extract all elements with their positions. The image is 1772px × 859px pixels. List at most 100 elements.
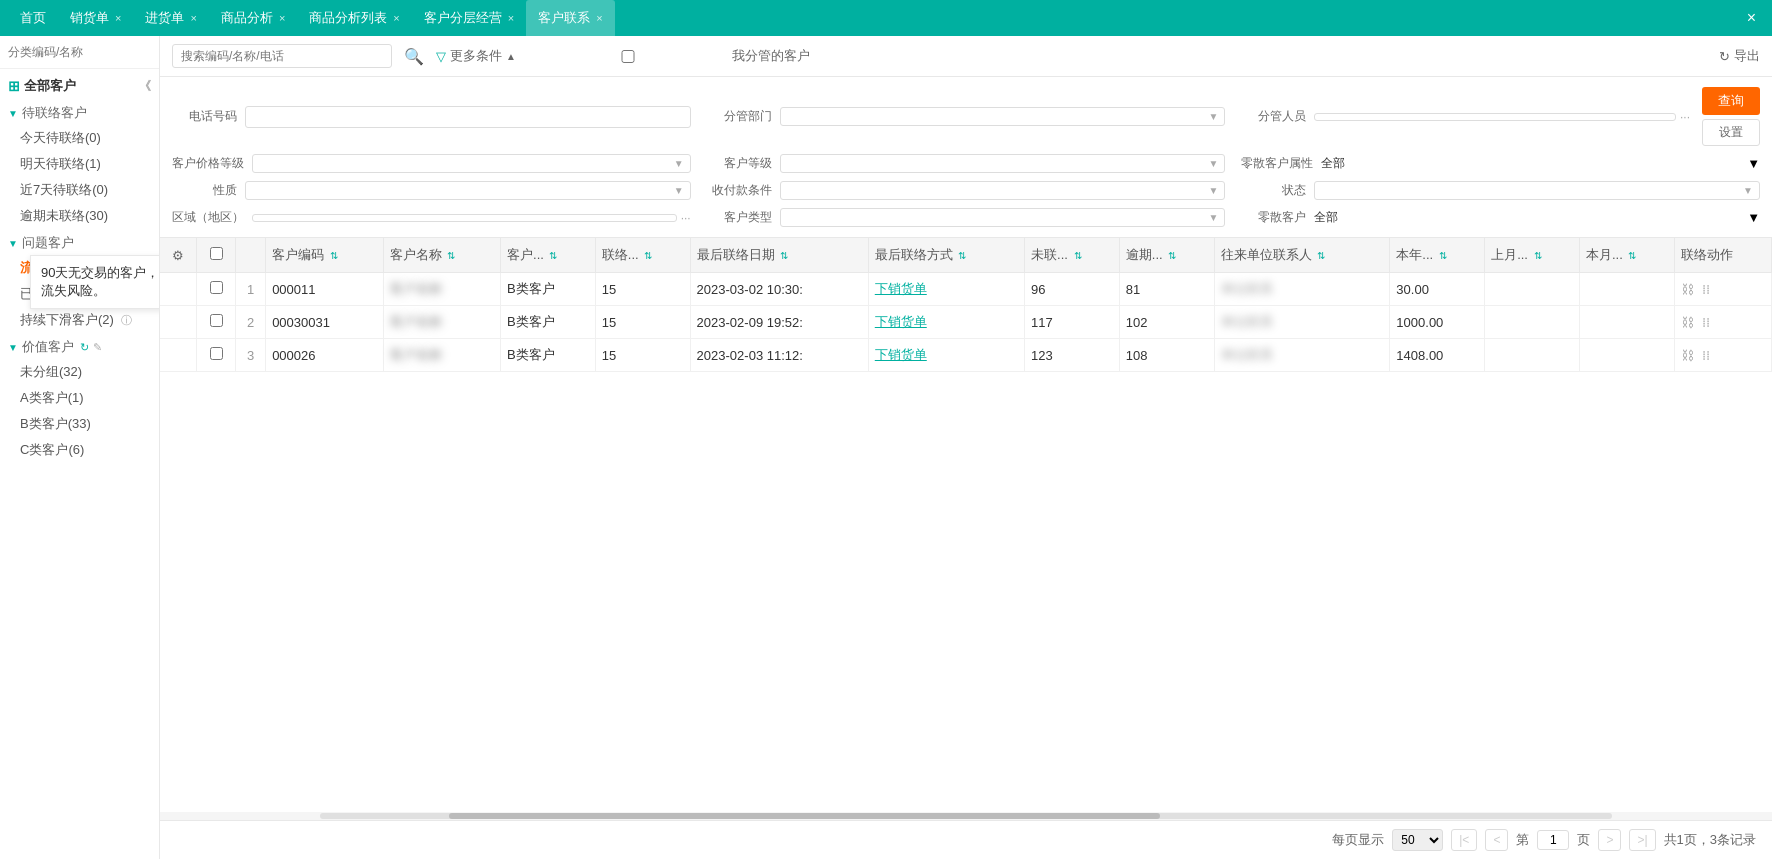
- tab-customer-tier[interactable]: 客户分层经营 ×: [412, 0, 526, 36]
- row-uncontact: 96: [1025, 273, 1120, 306]
- filter-dept-select[interactable]: ▼: [780, 107, 1226, 126]
- more-filter-button[interactable]: ▽ 更多条件 ▲: [436, 47, 516, 65]
- close-tab-purchase[interactable]: ×: [190, 12, 196, 24]
- sidebar-item-overdue-contact[interactable]: 逾期未联络(30): [0, 203, 159, 229]
- chevron-down-icon: ▼: [674, 185, 684, 196]
- first-page-button[interactable]: |<: [1451, 829, 1477, 851]
- sidebar-item-week-contact[interactable]: 近7天待联络(0): [0, 177, 159, 203]
- row-overdue: 108: [1119, 339, 1214, 372]
- table-settings-col[interactable]: ⚙: [160, 238, 197, 273]
- filter-region-select[interactable]: [252, 214, 677, 222]
- filter-payment-select[interactable]: ▼: [780, 181, 1226, 200]
- more-options-icon[interactable]: ···: [1680, 110, 1690, 124]
- sidebar-search-input[interactable]: [8, 45, 158, 59]
- filter-price-select[interactable]: ▼: [252, 154, 691, 173]
- close-tab-sales[interactable]: ×: [115, 12, 121, 24]
- tab-sales[interactable]: 销货单 ×: [58, 0, 133, 36]
- horizontal-scrollbar[interactable]: [160, 812, 1772, 820]
- filter-level-select[interactable]: ▼: [780, 154, 1226, 173]
- row-this-year: 1408.00: [1390, 339, 1485, 372]
- table-this-year-col[interactable]: 本年... ⇅: [1390, 238, 1485, 273]
- my-customer-checkbox[interactable]: 我分管的客户: [528, 47, 810, 65]
- my-customer-check[interactable]: [528, 50, 728, 63]
- pending-contact-group[interactable]: ▼ 待联络客户: [0, 99, 159, 125]
- prev-page-button[interactable]: <: [1485, 829, 1508, 851]
- row-checkbox[interactable]: [197, 273, 236, 306]
- close-tab-customer-tier[interactable]: ×: [508, 12, 514, 24]
- tab-goods-analysis[interactable]: 商品分析 ×: [209, 0, 297, 36]
- filter-phone-input[interactable]: [245, 106, 691, 128]
- chevron-icon: ▲: [506, 51, 516, 62]
- close-tab-goods-analysis[interactable]: ×: [279, 12, 285, 24]
- table-name-col[interactable]: 客户名称 ⇅: [383, 238, 500, 273]
- settings-button[interactable]: 设置: [1702, 119, 1760, 146]
- action-more-icon[interactable]: ⁞⁞: [1702, 282, 1710, 297]
- filter-manager-select[interactable]: [1314, 113, 1676, 121]
- search-button[interactable]: 🔍: [404, 47, 424, 66]
- region-dots-icon[interactable]: ···: [681, 211, 691, 225]
- sidebar-item-ungrouped[interactable]: 未分组(32): [0, 359, 159, 385]
- row-overdue: 81: [1119, 273, 1214, 306]
- row-last-method[interactable]: 下销货单: [868, 339, 1024, 372]
- close-all-button[interactable]: ×: [1739, 9, 1764, 27]
- table-type-col[interactable]: 客户... ⇅: [501, 238, 596, 273]
- row-uncontact: 117: [1025, 306, 1120, 339]
- row-contact: 15: [595, 339, 690, 372]
- row-gear: [160, 306, 197, 339]
- filter-status-select[interactable]: ▼: [1314, 181, 1760, 200]
- sidebar-item-declining[interactable]: 持续下滑客户(2) ⓘ: [0, 307, 159, 333]
- tab-home[interactable]: 首页: [8, 0, 58, 36]
- tab-purchase[interactable]: 进货单 ×: [133, 0, 208, 36]
- table-last-method-col[interactable]: 最后联络方式 ⇅: [868, 238, 1024, 273]
- action-more-icon[interactable]: ⁞⁞: [1702, 348, 1710, 363]
- close-tab-goods-list[interactable]: ×: [393, 12, 399, 24]
- sidebar: 🔍 ⊞ 全部客户 《 ▼ 待联络客户 今天待联络(0) 明天待联络(1) 近7天…: [0, 36, 160, 859]
- sidebar-item-a-class[interactable]: A类客户(1): [0, 385, 159, 411]
- per-page-label: 每页显示: [1332, 831, 1384, 849]
- table-last-month-col[interactable]: 上月... ⇅: [1485, 238, 1580, 273]
- page-label: 第: [1516, 831, 1529, 849]
- table-overdue-col[interactable]: 逾期... ⇅: [1119, 238, 1214, 273]
- action-link-icon[interactable]: ⛓: [1681, 348, 1694, 363]
- sort-icon: ⇅: [1439, 250, 1447, 261]
- action-link-icon[interactable]: ⛓: [1681, 315, 1694, 330]
- table-code-col[interactable]: 客户编码 ⇅: [266, 238, 383, 273]
- tab-customer-contact[interactable]: 客户联系 ×: [526, 0, 614, 36]
- search-input[interactable]: [172, 44, 392, 68]
- scrollbar-thumb[interactable]: [449, 813, 1160, 819]
- close-tab-customer-contact[interactable]: ×: [596, 12, 602, 24]
- problem-customer-group[interactable]: ▼ 问题客户: [0, 229, 159, 255]
- sidebar-item-b-class[interactable]: B类客户(33): [0, 411, 159, 437]
- table-unit-contact-col[interactable]: 往来单位联系人 ⇅: [1214, 238, 1390, 273]
- table-last-date-col[interactable]: 最后联络日期 ⇅: [690, 238, 868, 273]
- next-page-button[interactable]: >: [1598, 829, 1621, 851]
- sidebar-item-today-contact[interactable]: 今天待联络(0): [0, 125, 159, 151]
- sidebar-item-c-class[interactable]: C类客户(6): [0, 437, 159, 463]
- tab-goods-list[interactable]: 商品分析列表 ×: [297, 0, 411, 36]
- edit-icon[interactable]: ✎: [93, 341, 102, 354]
- table-uncontact-col[interactable]: 未联... ⇅: [1025, 238, 1120, 273]
- filter-type-select[interactable]: ▼: [780, 208, 1226, 227]
- page-input[interactable]: [1537, 830, 1569, 850]
- table-this-month-col[interactable]: 本月... ⇅: [1579, 238, 1674, 273]
- sidebar-item-tomorrow-contact[interactable]: 明天待联络(1): [0, 151, 159, 177]
- row-last-method[interactable]: 下销货单: [868, 273, 1024, 306]
- action-more-icon[interactable]: ⁞⁞: [1702, 315, 1710, 330]
- action-link-icon[interactable]: ⛓: [1681, 282, 1694, 297]
- select-all-checkbox[interactable]: [210, 247, 223, 260]
- row-last-method[interactable]: 下销货单: [868, 306, 1024, 339]
- filter-nature-select[interactable]: ▼: [245, 181, 691, 200]
- row-checkbox[interactable]: [197, 306, 236, 339]
- per-page-select[interactable]: 50 100 200: [1392, 829, 1443, 851]
- all-customers-header[interactable]: ⊞ 全部客户 《: [0, 69, 159, 99]
- row-code: 000026: [266, 339, 383, 372]
- value-customer-group[interactable]: ▼ 价值客户 ↻ ✎: [0, 333, 159, 359]
- row-checkbox[interactable]: [197, 339, 236, 372]
- export-button[interactable]: ↻ 导出: [1719, 47, 1760, 65]
- table-contact-col[interactable]: 联络... ⇅: [595, 238, 690, 273]
- row-last-month: [1485, 339, 1580, 372]
- query-button[interactable]: 查询: [1702, 87, 1760, 115]
- refresh-icon[interactable]: ↻: [80, 341, 89, 354]
- row-last-date: 2023-02-03 11:12:: [690, 339, 868, 372]
- last-page-button[interactable]: >|: [1629, 829, 1655, 851]
